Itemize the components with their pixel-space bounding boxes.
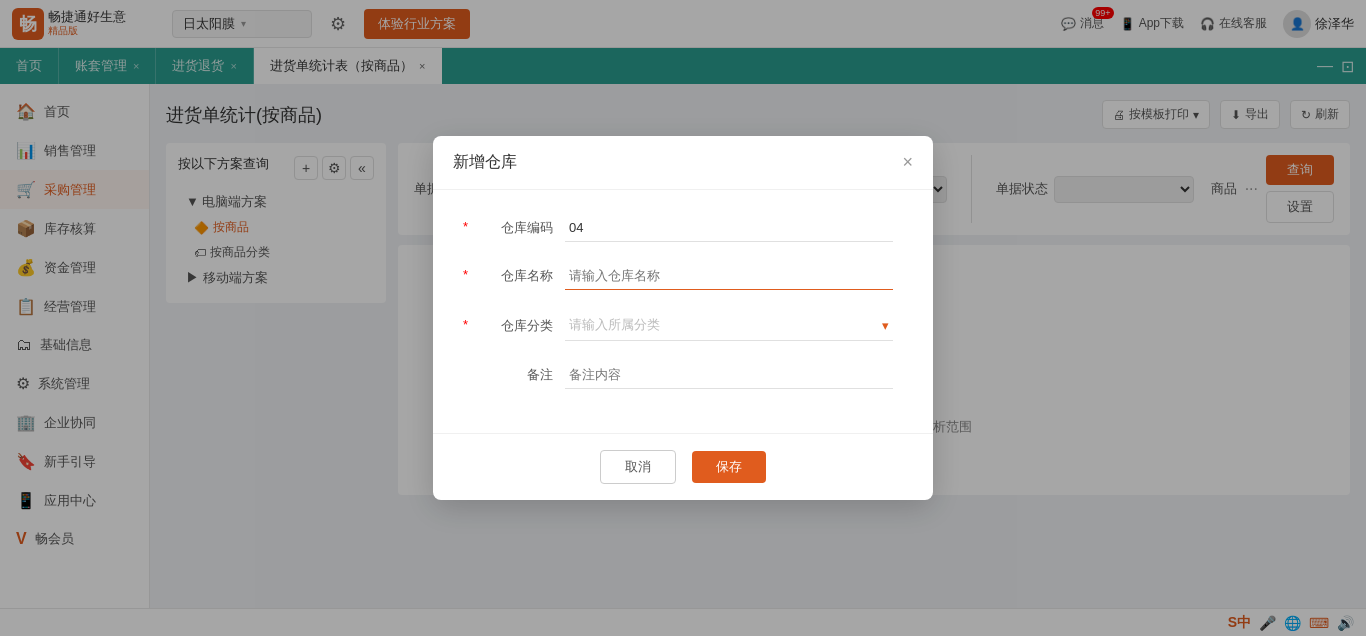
warehouse-remark-label: 备注 [473, 366, 553, 384]
add-warehouse-modal: 新增仓库 × 仓库编码 仓库名称 仓库分类 请输入所属分类 ▾ [433, 136, 933, 500]
warehouse-category-chevron-icon: ▾ [882, 318, 889, 333]
warehouse-name-row: 仓库名称 [473, 262, 893, 290]
warehouse-code-row: 仓库编码 [473, 214, 893, 242]
warehouse-remark-input[interactable] [565, 361, 893, 389]
modal-header: 新增仓库 × [433, 136, 933, 190]
warehouse-category-label: 仓库分类 [473, 317, 553, 335]
warehouse-category-row: 仓库分类 请输入所属分类 ▾ [473, 310, 893, 341]
warehouse-name-input[interactable] [565, 262, 893, 290]
modal-footer: 取消 保存 [433, 433, 933, 500]
cancel-button[interactable]: 取消 [600, 450, 676, 484]
modal-title: 新增仓库 [453, 152, 517, 173]
modal-close-button[interactable]: × [902, 152, 913, 173]
modal-body: 仓库编码 仓库名称 仓库分类 请输入所属分类 ▾ 备注 [433, 190, 933, 433]
modal-overlay: 新增仓库 × 仓库编码 仓库名称 仓库分类 请输入所属分类 ▾ [0, 0, 1366, 636]
warehouse-code-label: 仓库编码 [473, 219, 553, 237]
warehouse-code-input[interactable] [565, 214, 893, 242]
save-button[interactable]: 保存 [692, 451, 766, 483]
warehouse-remark-row: 备注 [473, 361, 893, 389]
warehouse-name-label: 仓库名称 [473, 267, 553, 285]
warehouse-category-placeholder: 请输入所属分类 [569, 316, 660, 334]
warehouse-category-select[interactable]: 请输入所属分类 ▾ [565, 310, 893, 341]
